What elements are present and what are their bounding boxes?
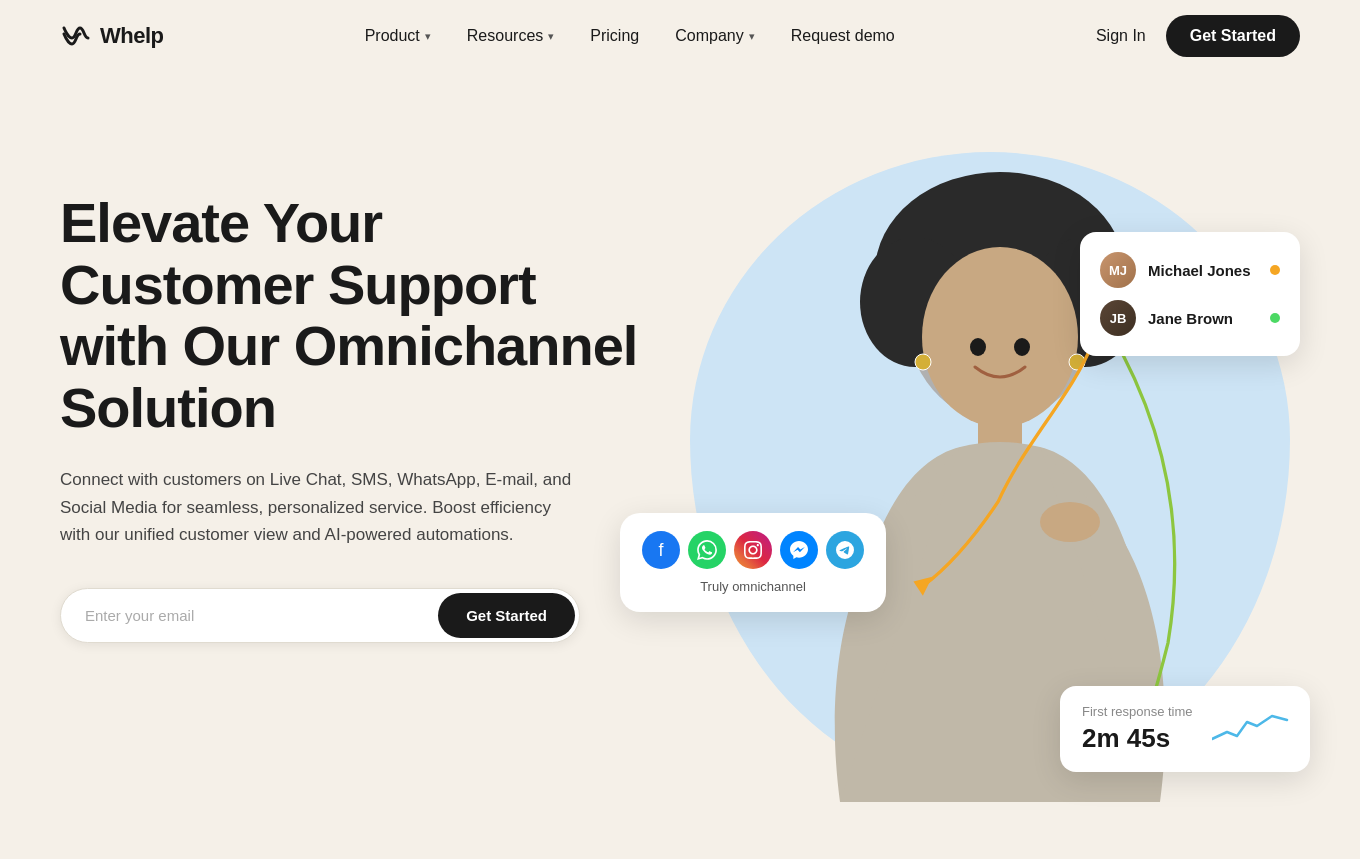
nav-pricing-label: Pricing xyxy=(590,27,639,45)
response-time-card: First response time 2m 45s xyxy=(1060,686,1310,772)
nav-item-pricing[interactable]: Pricing xyxy=(590,27,639,45)
nav-request-demo-label: Request demo xyxy=(791,27,895,45)
chevron-down-icon: ▾ xyxy=(548,30,554,43)
omnichannel-label: Truly omnichannel xyxy=(642,579,864,594)
nav-item-resources[interactable]: Resources ▾ xyxy=(467,27,554,45)
agent-status-jane xyxy=(1270,313,1280,323)
logo-icon xyxy=(60,24,92,48)
agent-status-michael xyxy=(1270,265,1280,275)
nav-product-label: Product xyxy=(365,27,420,45)
agent-avatar-jane: JB xyxy=(1100,300,1136,336)
hero-section: Elevate Your Customer Support with Our O… xyxy=(0,72,1360,859)
logo-text: Whelp xyxy=(100,23,164,49)
svg-point-6 xyxy=(1040,502,1100,542)
nav-item-company[interactable]: Company ▾ xyxy=(675,27,754,45)
agent-name-jane: Jane Brown xyxy=(1148,310,1233,327)
svg-point-10 xyxy=(1069,354,1085,370)
agent-item-jane: JB Jane Brown xyxy=(1100,294,1280,342)
email-form: Get Started xyxy=(60,588,580,643)
svg-point-7 xyxy=(970,338,986,356)
telegram-icon xyxy=(826,531,864,569)
get-started-hero-button[interactable]: Get Started xyxy=(438,593,575,638)
agent-initials-michael: MJ xyxy=(1100,252,1136,288)
nav-item-request-demo[interactable]: Request demo xyxy=(791,27,895,45)
get-started-nav-button[interactable]: Get Started xyxy=(1166,15,1300,57)
response-chart xyxy=(1212,704,1292,748)
social-icons-row: f xyxy=(642,531,864,569)
nav-company-label: Company xyxy=(675,27,743,45)
chevron-down-icon: ▾ xyxy=(749,30,755,43)
nav-actions: Sign In Get Started xyxy=(1096,15,1300,57)
response-time-value: 2m 45s xyxy=(1082,723,1170,753)
omnichannel-card: f Truly omnichannel xyxy=(620,513,886,612)
nav-links: Product ▾ Resources ▾ Pricing Company ▾ … xyxy=(365,27,895,45)
svg-point-8 xyxy=(1014,338,1030,356)
svg-point-9 xyxy=(915,354,931,370)
hero-left: Elevate Your Customer Support with Our O… xyxy=(60,132,640,643)
agent-item-michael: MJ Michael Jones xyxy=(1100,246,1280,294)
agent-avatar-michael: MJ xyxy=(1100,252,1136,288)
hero-right: MJ Michael Jones JB Jane Brown f xyxy=(640,132,1300,852)
nav-item-product[interactable]: Product ▾ xyxy=(365,27,431,45)
facebook-icon: f xyxy=(642,531,680,569)
hero-title: Elevate Your Customer Support with Our O… xyxy=(60,192,640,438)
agents-card: MJ Michael Jones JB Jane Brown xyxy=(1080,232,1300,356)
agent-initials-jane: JB xyxy=(1100,300,1136,336)
navbar: Whelp Product ▾ Resources ▾ Pricing Comp… xyxy=(0,0,1360,72)
logo-link[interactable]: Whelp xyxy=(60,23,164,49)
instagram-icon xyxy=(734,531,772,569)
messenger-icon xyxy=(780,531,818,569)
svg-point-4 xyxy=(922,247,1078,427)
email-input[interactable] xyxy=(61,589,434,642)
sign-in-button[interactable]: Sign In xyxy=(1096,27,1146,45)
agent-name-michael: Michael Jones xyxy=(1148,262,1251,279)
nav-resources-label: Resources xyxy=(467,27,543,45)
hero-subtitle: Connect with customers on Live Chat, SMS… xyxy=(60,466,580,548)
chevron-down-icon: ▾ xyxy=(425,30,431,43)
whatsapp-icon xyxy=(688,531,726,569)
